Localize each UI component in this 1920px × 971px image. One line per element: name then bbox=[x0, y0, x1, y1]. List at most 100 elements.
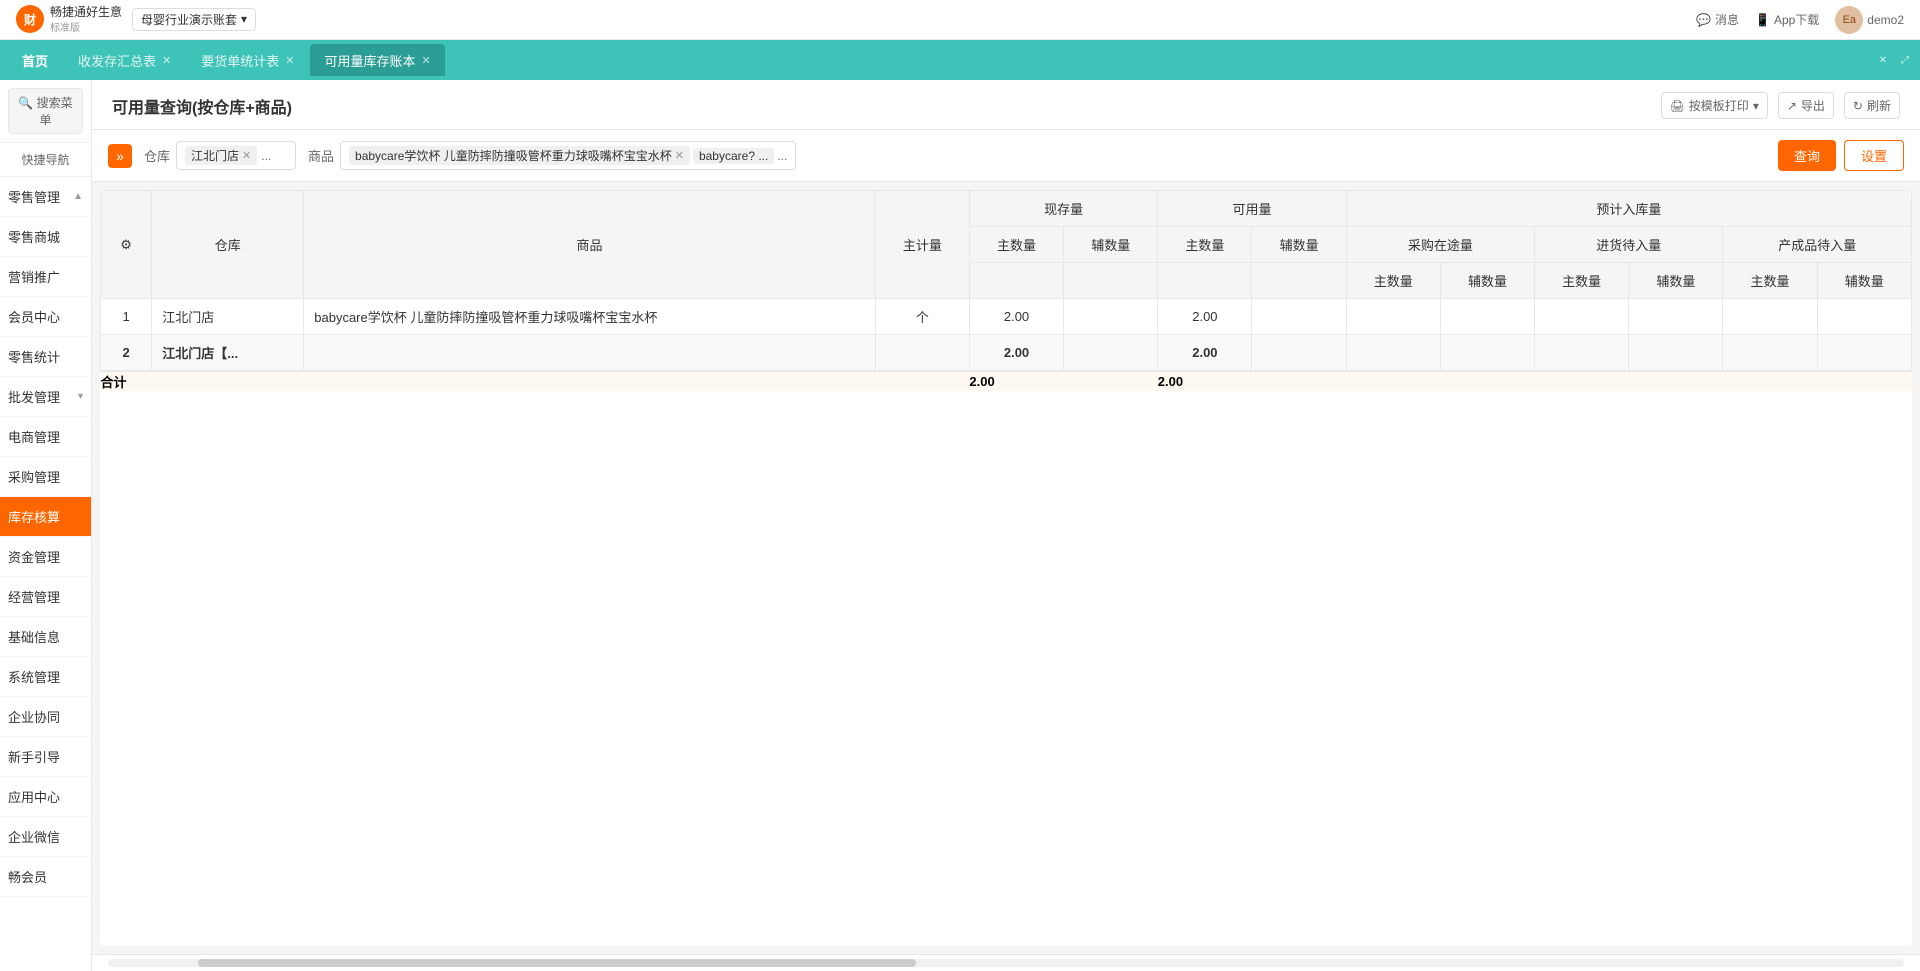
quick-nav-button[interactable]: 快捷导航 bbox=[0, 143, 91, 177]
logo-text: 畅捷通好生意 bbox=[50, 5, 122, 19]
sidebar-item-member2[interactable]: 畅会员 bbox=[0, 857, 91, 897]
sidebar-item-enterprise[interactable]: 企业协同 bbox=[0, 697, 91, 737]
sidebar: 🔍 搜索菜单 快捷导航 零售管理 ▲ 零售商城 营销推广 会员中心 零售统计 批… bbox=[0, 80, 92, 971]
top-bar: 财 畅捷通好生意 标准版 母婴行业演示账套 ▾ 💬 消息 📱 App下载 Ea … bbox=[0, 0, 1920, 40]
sidebar-item-app-center[interactable]: 应用中心 bbox=[0, 777, 91, 817]
col-warehouse: 仓库 bbox=[152, 191, 304, 299]
sub-col1 bbox=[969, 263, 1063, 299]
sidebar-item-inventory[interactable]: 库存核算 bbox=[0, 497, 91, 537]
warehouse-filter-input[interactable]: 江北门店 ✕ ... bbox=[176, 141, 296, 170]
sidebar-item-purchase[interactable]: 采购管理 bbox=[0, 457, 91, 497]
sidebar-item-basic-info[interactable]: 基础信息 bbox=[0, 617, 91, 657]
sidebar-item-member[interactable]: 会员中心 bbox=[0, 297, 91, 337]
template-selector[interactable]: 母婴行业演示账套 ▾ bbox=[132, 8, 256, 31]
table-row: 2 江北门店【... 2.00 2.00 bbox=[101, 335, 1912, 372]
message-button[interactable]: 💬 消息 bbox=[1696, 11, 1739, 28]
sub-col-pt-aux: 辅数量 bbox=[1440, 263, 1534, 299]
col-production-pending: 产成品待入量 bbox=[1723, 227, 1912, 263]
cell-prod-aux bbox=[1817, 335, 1911, 372]
sub-col2 bbox=[1064, 263, 1158, 299]
sidebar-item-system[interactable]: 系统管理 bbox=[0, 657, 91, 697]
tab-home[interactable]: 首页 bbox=[8, 44, 62, 76]
product-filter-input[interactable]: babycare学饮杯 儿童防摔防撞吸管杯重力球吸嘴杯宝宝水杯 ✕ babyca… bbox=[340, 141, 796, 170]
remove-warehouse-tag-icon[interactable]: ✕ bbox=[242, 149, 251, 162]
close-window-icon[interactable]: ✕ bbox=[1876, 53, 1890, 67]
tab-purchase-stats[interactable]: 要货单统计表 ✕ bbox=[187, 44, 308, 76]
summary-prod-aux bbox=[1817, 371, 1911, 391]
cell-product bbox=[304, 335, 875, 372]
export-button[interactable]: ↗ 导出 bbox=[1778, 92, 1834, 119]
sidebar-search-area: 🔍 搜索菜单 bbox=[0, 80, 91, 143]
chevron-down-icon: ▾ bbox=[1753, 99, 1759, 113]
message-icon: 💬 bbox=[1696, 13, 1711, 27]
col-available: 可用量 bbox=[1158, 191, 1346, 227]
col-current-aux: 辅数量 bbox=[1064, 227, 1158, 263]
cell-index: 1 bbox=[101, 299, 152, 335]
filter-expand-button[interactable]: » bbox=[108, 144, 132, 168]
refresh-button[interactable]: ↻ 刷新 bbox=[1844, 92, 1900, 119]
summary-current-main: 2.00 bbox=[969, 371, 1063, 391]
cell-unit: 个 bbox=[875, 299, 969, 335]
sidebar-item-wholesale[interactable]: 批发管理 ▾ bbox=[0, 377, 91, 417]
col-product: 商品 bbox=[304, 191, 875, 299]
scroll-thumb[interactable] bbox=[198, 959, 916, 967]
summary-available-aux bbox=[1252, 371, 1346, 391]
sidebar-item-operations[interactable]: 经营管理 bbox=[0, 577, 91, 617]
nav-tabs: 首页 收发存汇总表 ✕ 要货单统计表 ✕ 可用量库存账本 ✕ ✕ ⤢ bbox=[0, 40, 1920, 80]
cell-pt-main bbox=[1346, 335, 1440, 372]
close-icon[interactable]: ✕ bbox=[162, 54, 171, 67]
filter-bar: » 仓库 江北门店 ✕ ... 商品 babycare学饮杯 儿童防摔防撞吸管杯… bbox=[92, 130, 1920, 182]
top-bar-left: 财 畅捷通好生意 标准版 母婴行业演示账套 ▾ bbox=[16, 5, 256, 34]
cell-current-aux bbox=[1064, 335, 1158, 372]
print-button[interactable]: 🖨 按模板打印 ▾ bbox=[1661, 92, 1768, 119]
tab-available-stock[interactable]: 可用量库存账本 ✕ bbox=[310, 44, 444, 76]
summary-label: 合计 bbox=[101, 371, 970, 391]
export-icon: ↗ bbox=[1787, 99, 1797, 113]
sidebar-item-retail-management[interactable]: 零售管理 ▲ bbox=[0, 177, 91, 217]
page-title: 可用量查询(按仓库+商品) bbox=[112, 94, 292, 118]
query-button[interactable]: 查询 bbox=[1778, 140, 1836, 171]
settings-button[interactable]: 设置 bbox=[1844, 140, 1904, 171]
summary-pa-main bbox=[1535, 371, 1629, 391]
col-available-aux: 辅数量 bbox=[1252, 227, 1346, 263]
scroll-track[interactable] bbox=[108, 959, 1904, 967]
sidebar-item-retail-stats[interactable]: 零售统计 bbox=[0, 337, 91, 377]
sidebar-item-wechat[interactable]: 企业微信 bbox=[0, 817, 91, 857]
product-filter-group: 商品 babycare学饮杯 儿童防摔防撞吸管杯重力球吸嘴杯宝宝水杯 ✕ bab… bbox=[308, 141, 796, 170]
warehouse-filter-group: 仓库 江北门店 ✕ ... bbox=[144, 141, 296, 170]
sidebar-item-ecommerce[interactable]: 电商管理 bbox=[0, 417, 91, 457]
data-table: ⚙ 仓库 商品 主计量 现存量 可用量 预计入库量 主数量 辅数量 主数量 辅数… bbox=[100, 190, 1912, 391]
sidebar-item-finance[interactable]: 资金管理 bbox=[0, 537, 91, 577]
horizontal-scrollbar[interactable] bbox=[92, 954, 1920, 971]
main-layout: 🔍 搜索菜单 快捷导航 零售管理 ▲ 零售商城 营销推广 会员中心 零售统计 批… bbox=[0, 80, 1920, 971]
download-icon: 📱 bbox=[1755, 13, 1770, 27]
download-button[interactable]: 📱 App下载 bbox=[1755, 11, 1819, 28]
cell-pa-aux bbox=[1629, 335, 1723, 372]
logo-area: 财 畅捷通好生意 标准版 bbox=[16, 5, 122, 34]
sub-col-prod-main: 主数量 bbox=[1723, 263, 1817, 299]
remove-product-tag1-icon[interactable]: ✕ bbox=[675, 149, 684, 162]
cell-warehouse: 江北门店【... bbox=[152, 335, 304, 372]
cell-pa-main bbox=[1535, 335, 1629, 372]
search-menu-button[interactable]: 🔍 搜索菜单 bbox=[8, 88, 83, 134]
product-tag-1: babycare学饮杯 儿童防摔防撞吸管杯重力球吸嘴杯宝宝水杯 ✕ bbox=[349, 146, 690, 165]
cell-product: babycare学饮杯 儿童防摔防撞吸管杯重力球吸嘴杯宝宝水杯 bbox=[304, 299, 875, 335]
product-more-icon[interactable]: ... bbox=[777, 149, 787, 163]
sidebar-item-newbie[interactable]: 新手引导 bbox=[0, 737, 91, 777]
tab-receipts[interactable]: 收发存汇总表 ✕ bbox=[64, 44, 185, 76]
more-icon[interactable]: ... bbox=[261, 149, 271, 163]
chevron-down-icon: ▾ bbox=[241, 12, 247, 26]
col-settings-icon[interactable]: ⚙ bbox=[101, 191, 152, 299]
sidebar-item-retail-mall[interactable]: 零售商城 bbox=[0, 217, 91, 257]
sub-col4 bbox=[1252, 263, 1346, 299]
sidebar-item-marketing[interactable]: 营销推广 bbox=[0, 257, 91, 297]
col-purchase-transit: 采购在途量 bbox=[1346, 227, 1534, 263]
cell-pa-aux bbox=[1629, 299, 1723, 335]
expand-window-icon[interactable]: ⤢ bbox=[1898, 53, 1912, 67]
close-icon[interactable]: ✕ bbox=[285, 54, 294, 67]
sub-col-pa-main: 主数量 bbox=[1535, 263, 1629, 299]
close-icon[interactable]: ✕ bbox=[422, 54, 431, 67]
user-area[interactable]: Ea demo2 bbox=[1835, 6, 1904, 34]
col-pending-arrival: 进货待入量 bbox=[1535, 227, 1723, 263]
template-label: 母婴行业演示账套 bbox=[141, 11, 237, 28]
